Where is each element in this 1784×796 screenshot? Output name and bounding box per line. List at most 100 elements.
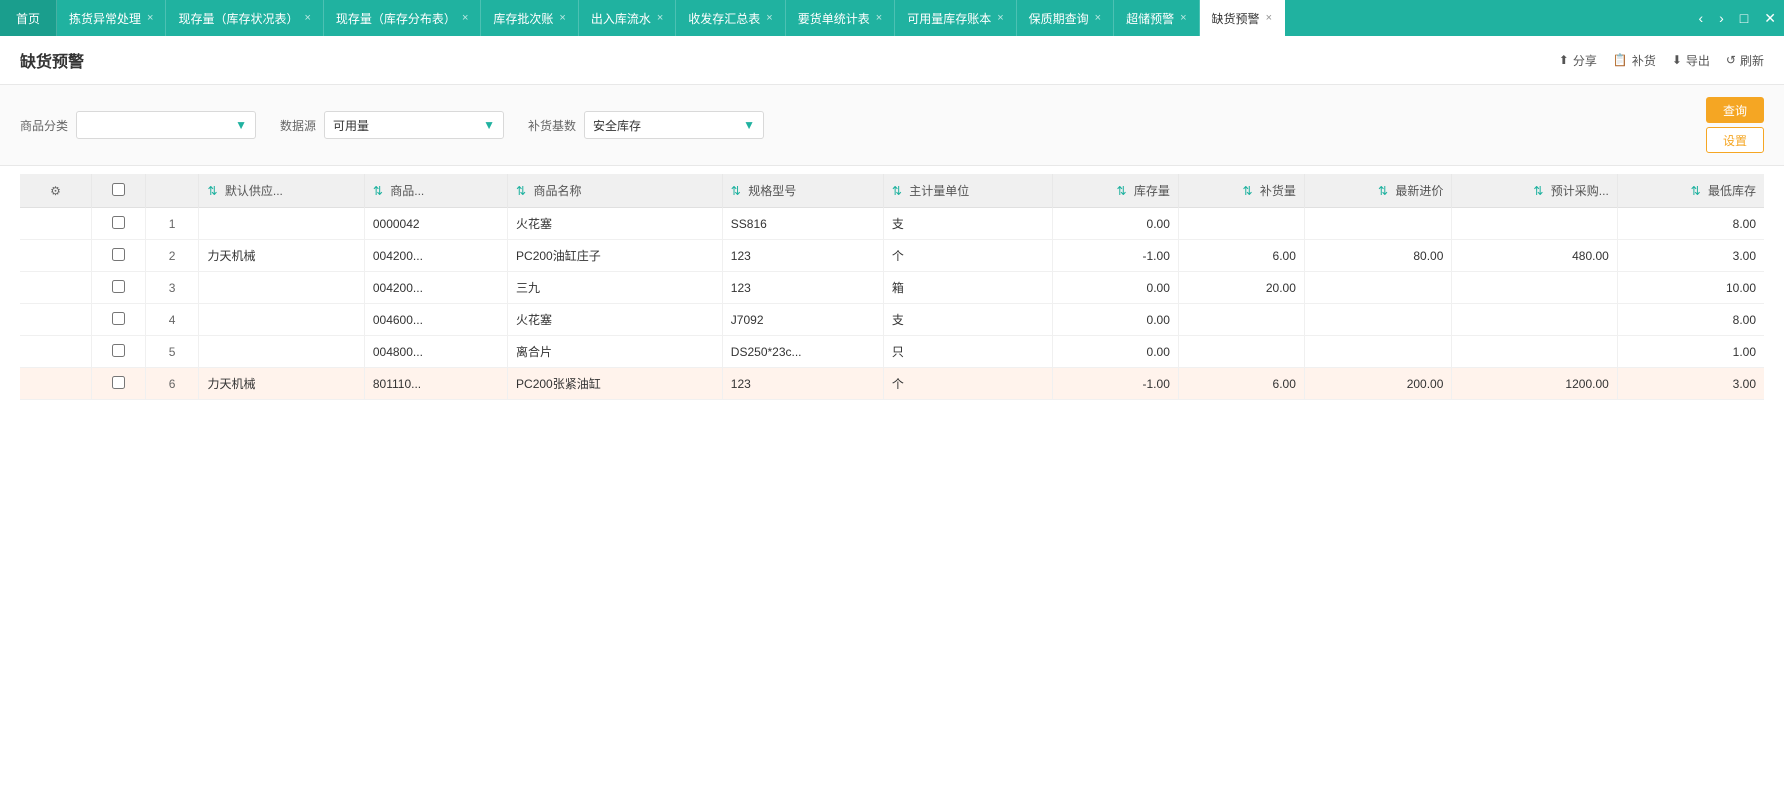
tab-8-close[interactable]: × [997,12,1003,24]
row-name-cell: 火花塞 [508,304,723,336]
tab-11-close[interactable]: × [1266,12,1272,24]
row-code-cell: 004200... [364,240,507,272]
tab-prev-button[interactable]: ‹ [1690,0,1711,36]
row-name-cell: PC200油缸庄子 [508,240,723,272]
tab-1[interactable]: 拣货异常处理 × [57,0,166,36]
tab-3-close[interactable]: × [462,12,468,24]
th-min-stock-label: 最低库存 [1708,184,1756,198]
tab-4[interactable]: 库存批次账 × [481,0,578,36]
row-num-cell: 1 [145,208,199,240]
sort-icon: ⇅ [207,184,217,198]
tab-close-all-button[interactable]: ✕ [1756,0,1784,36]
share-button[interactable]: ⬆ 分享 [1559,52,1597,69]
table-row: 1 0000042 火花塞 SS816 支 0.00 8.00 [20,208,1764,240]
row-min-stock-cell: 8.00 [1617,304,1764,336]
th-latest-price: ⇅ 最新进价 [1304,174,1452,208]
category-select[interactable]: ▼ [76,111,256,139]
filter-bar: 商品分类 ▼ 数据源 可用量 ▼ 补货基数 安全库存 ▼ 查询 设置 [0,85,1784,166]
gear-icon[interactable]: ⚙ [50,184,61,198]
sort-icon-8: ⇅ [1378,184,1388,198]
row-checkbox-cell [92,368,146,400]
table-row: 2 力天机械 004200... PC200油缸庄子 123 个 -1.00 6… [20,240,1764,272]
export-label: 导出 [1686,52,1710,69]
th-supplier-label: 默认供应... [225,184,283,198]
row-unit-cell: 个 [883,240,1052,272]
th-supplier: ⇅ 默认供应... [199,174,364,208]
tab-6-close[interactable]: × [766,12,772,24]
tab-4-label: 库存批次账 [493,10,553,27]
row-latest-price-cell: 200.00 [1304,368,1452,400]
tab-11[interactable]: 缺货预警 × [1200,0,1285,36]
refresh-button[interactable]: ↺ 刷新 [1726,52,1764,69]
tab-9-label: 保质期查询 [1029,10,1089,27]
select-all-checkbox[interactable] [112,183,125,196]
tab-5-close[interactable]: × [657,12,663,24]
row-checkbox-2[interactable] [112,280,125,293]
row-supplier-cell [199,272,364,304]
th-settings: ⚙ [20,174,92,208]
settings-button[interactable]: 设置 [1706,127,1764,153]
tab-6[interactable]: 收发存汇总表 × [676,0,785,36]
row-code-cell: 801110... [364,368,507,400]
row-latest-price-cell [1304,336,1452,368]
row-settings-cell [20,336,92,368]
row-stock-cell: 0.00 [1052,272,1178,304]
tab-5[interactable]: 出入库流水 × [579,0,676,36]
tab-2-close[interactable]: × [304,12,310,24]
row-stock-cell: 0.00 [1052,208,1178,240]
row-supplier-cell: 力天机械 [199,240,364,272]
datasource-value: 可用量 [333,117,369,134]
tab-2[interactable]: 现存量（库存状况表） × [166,0,323,36]
row-est-purchase-cell [1452,336,1617,368]
datasource-arrow-icon: ▼ [483,118,495,132]
tab-4-close[interactable]: × [559,12,565,24]
replenish-base-select[interactable]: 安全库存 ▼ [584,111,764,139]
row-name-cell: 三九 [508,272,723,304]
sort-icon-3: ⇅ [516,184,526,198]
tab-10[interactable]: 超储预警 × [1114,0,1199,36]
tab-3[interactable]: 现存量（库存分布表） × [324,0,481,36]
row-unit-cell: 箱 [883,272,1052,304]
th-replenish-label: 补货量 [1260,184,1296,198]
export-button[interactable]: ⬇ 导出 [1672,52,1710,69]
tab-7-close[interactable]: × [876,12,882,24]
row-settings-cell [20,240,92,272]
row-est-purchase-cell [1452,272,1617,304]
tab-9-close[interactable]: × [1095,12,1101,24]
tab-restore-button[interactable]: □ [1732,0,1756,36]
tab-1-close[interactable]: × [147,12,153,24]
tab-next-button[interactable]: › [1711,0,1732,36]
data-table: ⚙ ⇅ 默认供应... ⇅ 商品... ⇅ [20,174,1764,400]
tab-home[interactable]: 首页 [0,0,57,36]
replenish-button[interactable]: 📋 补货 [1613,52,1656,69]
datasource-select[interactable]: 可用量 ▼ [324,111,504,139]
tab-7[interactable]: 要货单统计表 × [786,0,895,36]
export-icon: ⬇ [1672,53,1682,67]
th-num [145,174,199,208]
tab-10-close[interactable]: × [1180,12,1186,24]
tab-9[interactable]: 保质期查询 × [1017,0,1114,36]
row-min-stock-cell: 3.00 [1617,368,1764,400]
row-est-purchase-cell: 480.00 [1452,240,1617,272]
row-supplier-cell: 力天机械 [199,368,364,400]
sort-icon-10: ⇅ [1691,184,1701,198]
row-checkbox-5[interactable] [112,376,125,389]
row-name-cell: PC200张紧油缸 [508,368,723,400]
replenish-base-label: 补货基数 [528,117,576,134]
row-spec-cell: J7092 [722,304,883,336]
query-button[interactable]: 查询 [1706,97,1764,123]
row-settings-cell [20,368,92,400]
row-checkbox-4[interactable] [112,344,125,357]
sort-icon-7: ⇅ [1242,184,1252,198]
category-label: 商品分类 [20,117,68,134]
row-checkbox-1[interactable] [112,248,125,261]
sort-icon-9: ⇅ [1533,184,1543,198]
row-checkbox-0[interactable] [112,216,125,229]
row-checkbox-3[interactable] [112,312,125,325]
row-checkbox-cell [92,240,146,272]
sort-icon-6: ⇅ [1116,184,1126,198]
row-latest-price-cell [1304,304,1452,336]
th-est-purchase: ⇅ 预计采购... [1452,174,1617,208]
tab-8[interactable]: 可用量库存账本 × [895,0,1016,36]
row-settings-cell [20,208,92,240]
